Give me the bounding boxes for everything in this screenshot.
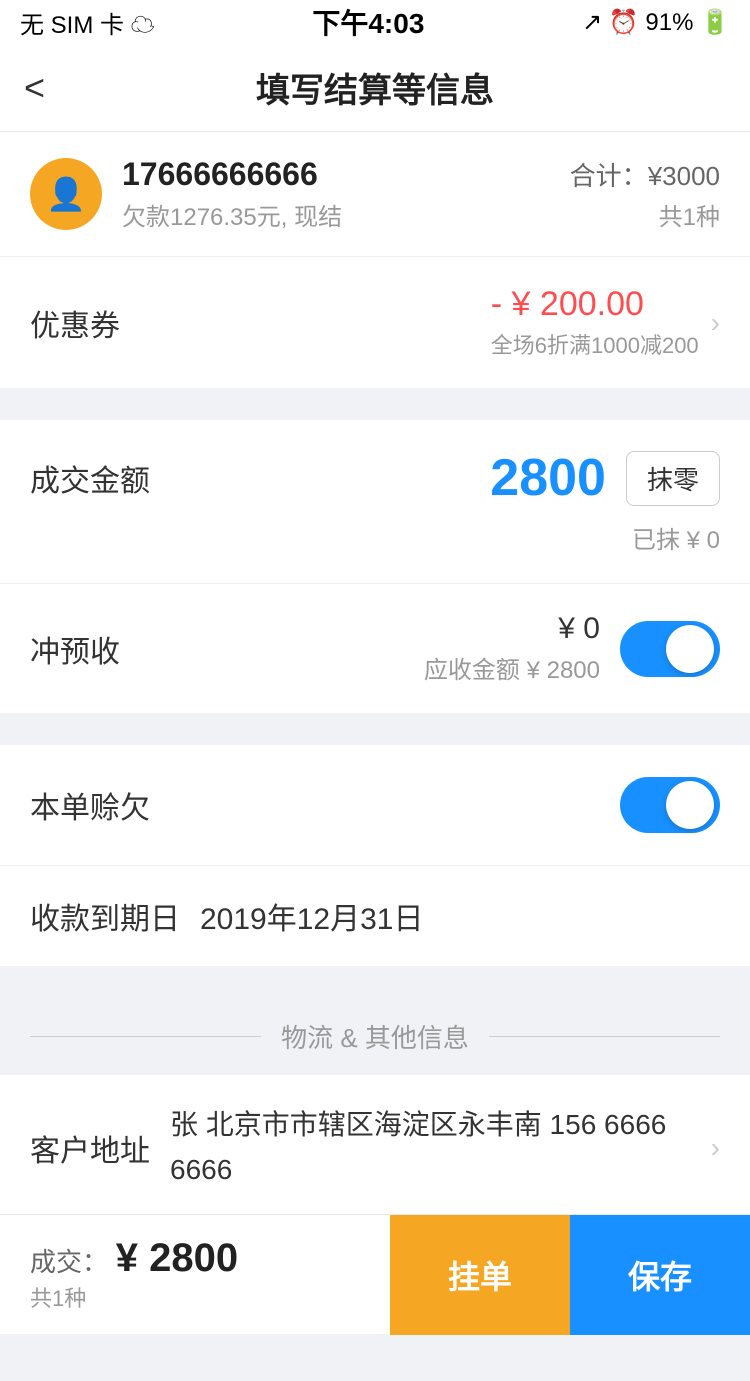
chevron-right-icon: › [711, 307, 720, 339]
prepay-right: ¥ 0 应收金额 ¥ 2800 [424, 612, 720, 685]
amount-sub: 已抹 ¥ 0 [632, 527, 720, 554]
prepay-row: 冲预收 ¥ 0 应收金额 ¥ 2800 [0, 583, 750, 713]
footer-info: 成交： ¥ 2800 共1种 [0, 1236, 390, 1313]
amount-card: 成交金额 2800 抹零 已抹 ¥ 0 冲预收 ¥ 0 应收金额 ¥ 2800 [0, 420, 750, 713]
coupon-label: 优惠券 [30, 301, 120, 345]
coupon-desc: 全场6折满1000减200 [491, 328, 699, 360]
logistics-label: 物流 & 其他信息 [281, 1018, 469, 1055]
duedate-value: 2019年12月31日 [200, 894, 423, 938]
address-chevron-icon: › [711, 1132, 720, 1164]
prepay-values: ¥ 0 应收金额 ¥ 2800 [424, 612, 600, 685]
coupon-row[interactable]: 优惠券 - ¥ 200.00 全场6折满1000减200 › [0, 256, 750, 388]
prepay-amount: ¥ 0 [424, 612, 600, 646]
avatar-icon: 👤 [46, 175, 86, 213]
footer-deal-row: 成交： ¥ 2800 [30, 1236, 360, 1281]
address-row[interactable]: 客户地址 张 北京市市辖区海淀区永丰南 156 6666 6666 › [0, 1075, 750, 1221]
status-time: 下午4:03 [312, 2, 424, 42]
coupon-discount: - ¥ 200.00 [491, 285, 699, 324]
customer-info: 👤 17666666666 欠款1276.35元, 现结 [30, 156, 342, 232]
amount-right: 2800 抹零 [490, 448, 720, 508]
footer-deal-label: 成交： [30, 1247, 108, 1277]
footer-bar: 成交： ¥ 2800 共1种 挂单 保存 [0, 1214, 750, 1334]
back-button[interactable]: < [24, 67, 45, 109]
customer-phone: 17666666666 [122, 156, 342, 193]
logistics-header: 物流 & 其他信息 [0, 998, 750, 1075]
round-button[interactable]: 抹零 [626, 451, 720, 506]
coupon-right: - ¥ 200.00 全场6折满1000减200 › [491, 285, 720, 360]
address-value: 张 北京市市辖区海淀区永丰南 156 6666 6666 [150, 1103, 711, 1193]
prepay-sub: 应收金额 ¥ 2800 [424, 650, 600, 685]
page-title: 填写结算等信息 [256, 63, 494, 112]
debit-toggle[interactable] [620, 777, 720, 833]
amount-row: 成交金额 2800 抹零 [30, 448, 720, 508]
status-right: ↗ ⏰ 91% 🔋 [582, 8, 730, 37]
header: < 填写结算等信息 [0, 44, 750, 132]
toggle-knob [666, 625, 714, 673]
amount-value: 2800 [490, 448, 606, 508]
battery-status: ↗ ⏰ 91% 🔋 [582, 8, 730, 37]
section-divider-3 [0, 982, 750, 998]
amount-label: 成交金额 [30, 456, 150, 500]
save-button[interactable]: 保存 [570, 1215, 750, 1335]
customer-subtitle: 欠款1276.35元, 现结 [122, 197, 342, 232]
debit-card: 本单赊欠 收款到期日 2019年12月31日 [0, 745, 750, 966]
customer-row: 👤 17666666666 欠款1276.35元, 现结 合计：¥3000 共1… [0, 132, 750, 256]
prepay-toggle[interactable] [620, 621, 720, 677]
logistics-line-right [489, 1036, 720, 1037]
status-bar: 无 SIM 卡 ☁ 下午4:03 ↗ ⏰ 91% 🔋 [0, 0, 750, 44]
hold-button[interactable]: 挂单 [390, 1215, 570, 1335]
sim-status: 无 SIM 卡 ☁ [20, 5, 155, 40]
debit-row: 本单赊欠 [0, 745, 750, 865]
coupon-info: - ¥ 200.00 全场6折满1000减200 [491, 285, 699, 360]
logistics-line-left [30, 1036, 261, 1037]
footer-count: 共1种 [30, 1281, 360, 1313]
footer-amount: ¥ 2800 [116, 1236, 238, 1280]
customer-total: 合计：¥3000 共1种 [570, 156, 720, 232]
address-label: 客户地址 [30, 1126, 150, 1170]
customer-details: 17666666666 欠款1276.35元, 现结 [122, 156, 342, 232]
duedate-row: 收款到期日 2019年12月31日 [0, 865, 750, 966]
section-divider-1 [0, 404, 750, 420]
debit-toggle-knob [666, 781, 714, 829]
status-left: 无 SIM 卡 ☁ [20, 5, 155, 40]
customer-card: 👤 17666666666 欠款1276.35元, 现结 合计：¥3000 共1… [0, 132, 750, 388]
avatar: 👤 [30, 158, 102, 230]
duedate-label: 收款到期日 [30, 894, 180, 938]
total-count: 共1种 [570, 197, 720, 232]
prepay-label: 冲预收 [30, 627, 120, 671]
section-divider-2 [0, 729, 750, 745]
total-label: 合计：¥3000 [570, 156, 720, 193]
amount-section: 成交金额 2800 抹零 已抹 ¥ 0 [0, 420, 750, 583]
debit-label: 本单赊欠 [30, 783, 150, 827]
